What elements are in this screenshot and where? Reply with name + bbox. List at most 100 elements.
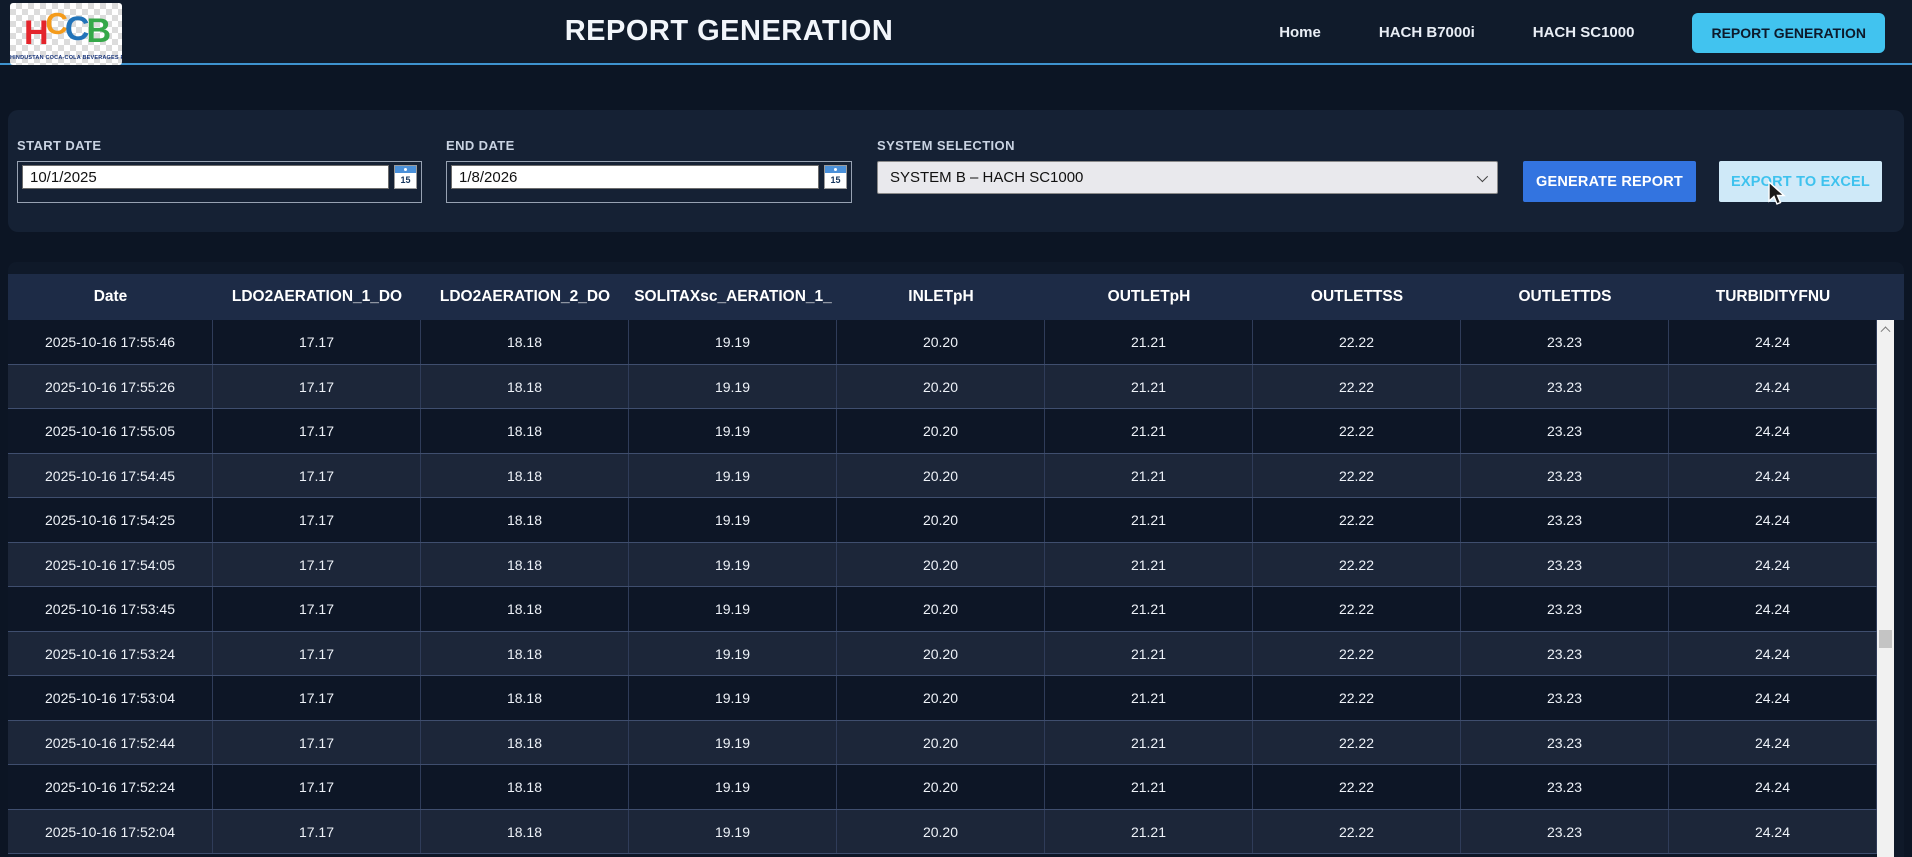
cell-value: 22.22 xyxy=(1253,720,1461,764)
scrollbar-up-arrow-icon[interactable] xyxy=(1877,320,1894,336)
cell-value: 24.24 xyxy=(1669,409,1877,453)
end-date-label: END DATE xyxy=(446,138,515,153)
cell-value: 19.19 xyxy=(629,409,837,453)
cell-date: 2025-10-16 17:55:46 xyxy=(8,320,213,364)
cell-value: 24.24 xyxy=(1669,765,1877,809)
cell-date: 2025-10-16 17:55:26 xyxy=(8,364,213,408)
scrollbar-thumb[interactable] xyxy=(1879,630,1892,648)
table-header-row: Date LDO2AERATION_1_DO LDO2AERATION_2_DO SO… xyxy=(8,274,1904,320)
cell-value: 23.23 xyxy=(1461,631,1669,675)
cell-value: 23.23 xyxy=(1461,409,1669,453)
column-header-outlettss: OUTLETTSS xyxy=(1310,288,1404,305)
system-selection-label: SYSTEM SELECTION xyxy=(877,138,1015,153)
cell-value: 21.21 xyxy=(1045,542,1253,586)
cell-value: 21.21 xyxy=(1045,364,1253,408)
cell-value: 20.20 xyxy=(837,542,1045,586)
cell-value: 23.23 xyxy=(1461,320,1669,364)
cell-value: 17.17 xyxy=(213,631,421,675)
filter-panel: START DATE 15 END DATE 15 SYSTEM SELECTI… xyxy=(8,110,1904,232)
cell-value: 19.19 xyxy=(629,498,837,542)
logo-letters: HCCB xyxy=(10,3,122,52)
cell-value: 20.20 xyxy=(837,720,1045,764)
end-date-input[interactable] xyxy=(451,165,819,189)
cell-value: 24.24 xyxy=(1669,364,1877,408)
cell-value: 18.18 xyxy=(421,542,629,586)
table-row: 2025-10-16 17:54:05 17.17 18.18 19.19 20.20 2… xyxy=(8,542,1877,587)
cell-value: 22.22 xyxy=(1253,587,1461,631)
cell-value: 21.21 xyxy=(1045,498,1253,542)
cell-value: 24.24 xyxy=(1669,720,1877,764)
cell-value: 22.22 xyxy=(1253,542,1461,586)
column-header-date: Date xyxy=(93,288,128,305)
logo-letter: B xyxy=(86,12,111,50)
cell-value: 18.18 xyxy=(421,720,629,764)
start-date-label: START DATE xyxy=(17,138,102,153)
cell-value: 17.17 xyxy=(213,409,421,453)
cell-value: 20.20 xyxy=(837,676,1045,720)
nav-link-hach-b7000i[interactable]: HACH B7000i xyxy=(1379,24,1475,41)
cell-value: 17.17 xyxy=(213,587,421,631)
column-header-outlettds: OUTLETTDS xyxy=(1518,288,1612,305)
cell-value: 18.18 xyxy=(421,409,629,453)
cell-value: 21.21 xyxy=(1045,720,1253,764)
table-row: 2025-10-16 17:52:44 17.17 18.18 19.19 20.20 2… xyxy=(8,720,1877,765)
calendar-icon-day: 15 xyxy=(400,175,411,185)
cell-date: 2025-10-16 17:54:05 xyxy=(8,542,213,586)
end-date-wrapper: 15 xyxy=(446,161,852,203)
cell-value: 24.24 xyxy=(1669,809,1877,853)
cell-date: 2025-10-16 17:55:05 xyxy=(8,409,213,453)
cell-date: 2025-10-16 17:52:44 xyxy=(8,720,213,764)
start-date-input[interactable] xyxy=(22,165,389,189)
cell-value: 17.17 xyxy=(213,676,421,720)
table-row: 2025-10-16 17:55:46 17.17 18.18 19.19 20.20 2… xyxy=(8,320,1877,365)
system-selection-group: SYSTEM SELECTION SYSTEM B – HACH SC1000 xyxy=(877,138,1498,194)
nav-report-generation-button[interactable]: REPORT GENERATION xyxy=(1692,12,1885,53)
cell-value: 21.21 xyxy=(1045,587,1253,631)
end-date-calendar-icon[interactable]: 15 xyxy=(824,165,847,189)
cell-date: 2025-10-16 17:53:45 xyxy=(8,587,213,631)
cell-value: 23.23 xyxy=(1461,498,1669,542)
system-selection-dropdown[interactable]: SYSTEM B – HACH SC1000 xyxy=(877,161,1498,194)
cell-value: 20.20 xyxy=(837,587,1045,631)
column-header-turbidityfnu: TURBIDITYFNU xyxy=(1715,288,1831,305)
start-date-group: START DATE 15 xyxy=(17,138,422,203)
generate-report-button[interactable]: GENERATE REPORT xyxy=(1523,161,1696,202)
cell-value: 21.21 xyxy=(1045,765,1253,809)
cell-value: 17.17 xyxy=(213,542,421,586)
column-header-ldo2aeration-1-do: LDO2AERATION_1_DO xyxy=(231,288,403,305)
cell-value: 21.21 xyxy=(1045,809,1253,853)
column-header-inletph: INLETpH xyxy=(908,288,974,305)
start-date-calendar-icon[interactable]: 15 xyxy=(394,165,417,189)
cell-value: 24.24 xyxy=(1669,631,1877,675)
nav-link-hach-sc1000[interactable]: HACH SC1000 xyxy=(1533,24,1635,41)
cell-value: 22.22 xyxy=(1253,809,1461,853)
cell-value: 22.22 xyxy=(1253,676,1461,720)
cell-value: 17.17 xyxy=(213,765,421,809)
cell-value: 21.21 xyxy=(1045,453,1253,497)
export-to-excel-button[interactable]: EXPORT TO EXCEL xyxy=(1719,161,1882,202)
cell-value: 20.20 xyxy=(837,809,1045,853)
cell-value: 20.20 xyxy=(837,498,1045,542)
cell-value: 17.17 xyxy=(213,498,421,542)
cell-date: 2025-10-16 17:54:25 xyxy=(8,498,213,542)
cell-date: 2025-10-16 17:52:24 xyxy=(8,765,213,809)
cell-value: 17.17 xyxy=(213,720,421,764)
table-row: 2025-10-16 17:53:45 17.17 18.18 19.19 20.20 2… xyxy=(8,587,1877,632)
nav-link-home[interactable]: Home xyxy=(1279,24,1321,41)
cell-value: 20.20 xyxy=(837,631,1045,675)
end-date-group: END DATE 15 xyxy=(446,138,852,203)
cell-value: 21.21 xyxy=(1045,409,1253,453)
cell-value: 23.23 xyxy=(1461,765,1669,809)
cell-value: 20.20 xyxy=(837,320,1045,364)
table-row: 2025-10-16 17:55:05 17.17 18.18 19.19 20.20 2… xyxy=(8,409,1877,454)
cell-value: 19.19 xyxy=(629,587,837,631)
cell-value: 20.20 xyxy=(837,765,1045,809)
cell-value: 24.24 xyxy=(1669,453,1877,497)
page-title: REPORT GENERATION xyxy=(564,15,894,47)
cell-value: 18.18 xyxy=(421,765,629,809)
cell-value: 17.17 xyxy=(213,364,421,408)
cell-value: 19.19 xyxy=(629,542,837,586)
table-scrollbar[interactable] xyxy=(1877,320,1894,857)
cell-value: 21.21 xyxy=(1045,631,1253,675)
cell-value: 24.24 xyxy=(1669,542,1877,586)
